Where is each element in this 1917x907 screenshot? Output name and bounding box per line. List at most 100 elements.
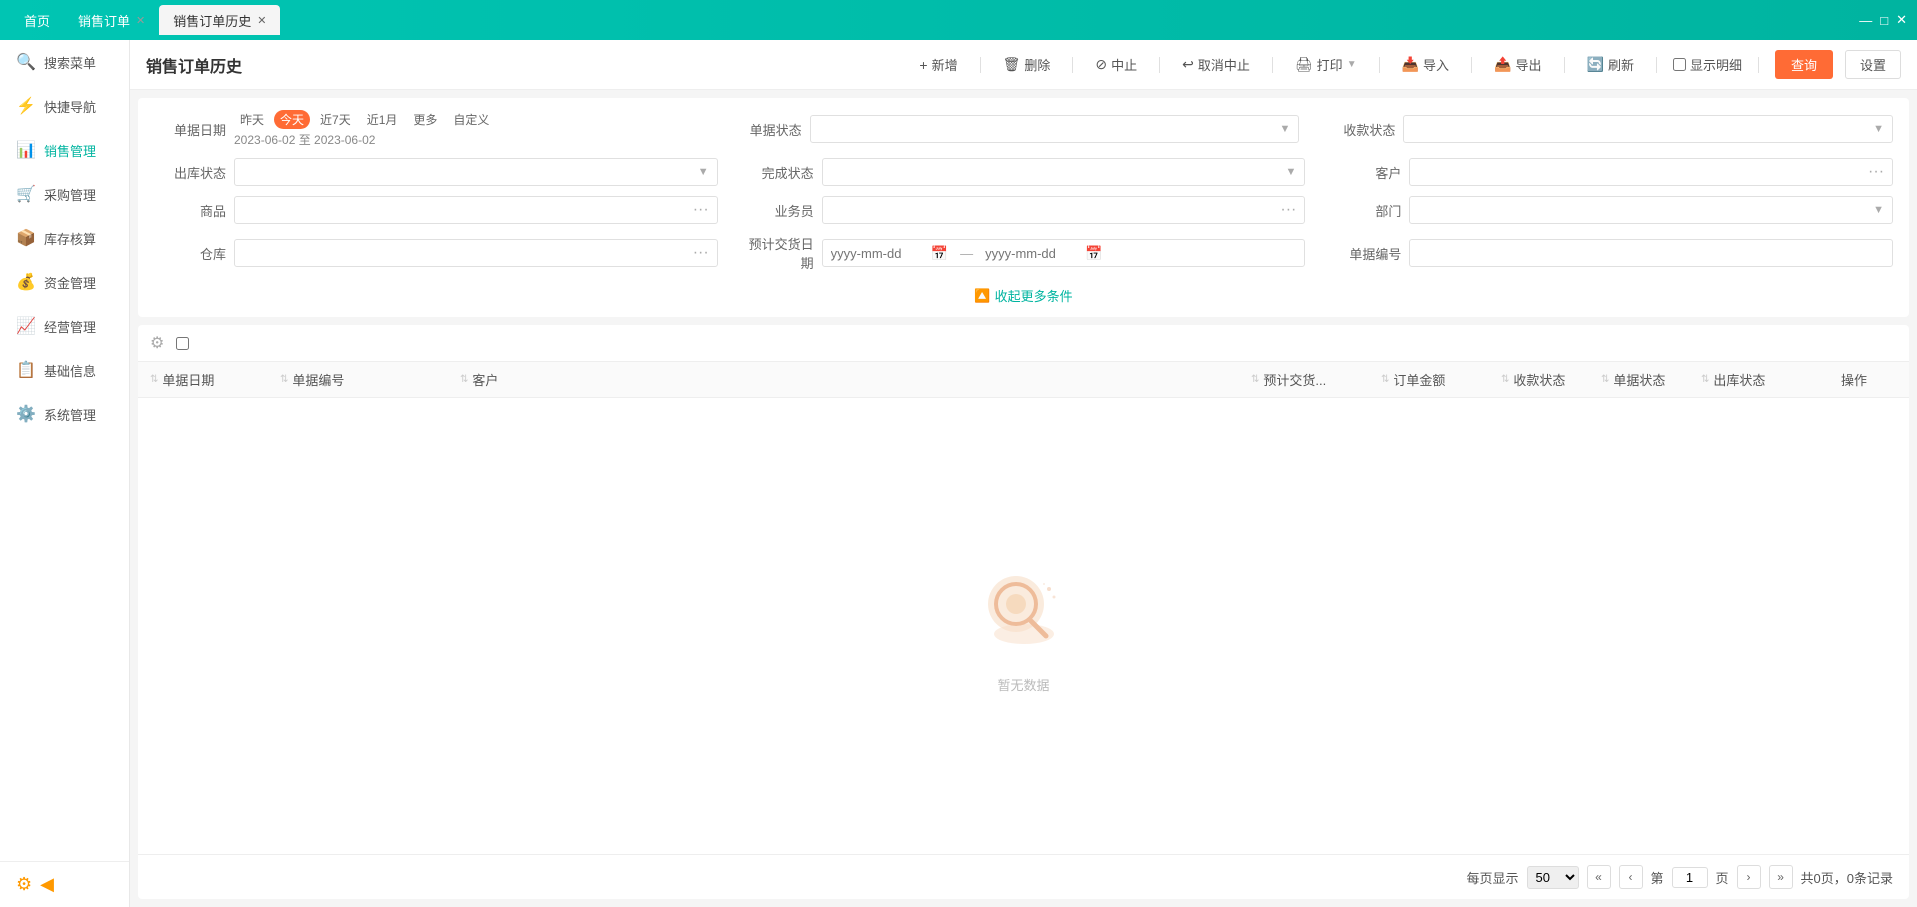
customer-input[interactable]: ··· xyxy=(1409,158,1893,186)
salesperson-label: 业务员 xyxy=(742,201,822,220)
table-settings-icon[interactable]: ⚙ xyxy=(150,333,164,353)
window-minimize[interactable]: — xyxy=(1859,13,1872,28)
sidebar-item-quick-nav[interactable]: ⚡ 快捷导航 xyxy=(0,84,129,128)
import-icon: 📥 xyxy=(1402,56,1419,73)
sort-date-icon[interactable]: ⇅ xyxy=(150,374,158,385)
tab-sales-order-close[interactable]: ✕ xyxy=(136,14,145,27)
delete-icon: 🗑 xyxy=(1003,56,1021,73)
receipt-status-select[interactable]: ▼ xyxy=(1403,115,1893,143)
tab-sales-order-history[interactable]: 销售订单历史 ✕ xyxy=(159,5,280,35)
quick-nav-icon: ⚡ xyxy=(16,96,36,116)
customer-more-icon[interactable]: ··· xyxy=(1868,164,1884,180)
sort-out-status-icon[interactable]: ⇅ xyxy=(1701,374,1709,385)
settings-bottom-icon[interactable]: ⚙ xyxy=(16,874,32,895)
sidebar-item-system[interactable]: ⚙️ 系统管理 xyxy=(0,392,129,436)
date-btn-today[interactable]: 今天 xyxy=(274,110,310,129)
delivery-date-label: 预计交货日期 xyxy=(742,234,822,272)
current-page-input[interactable] xyxy=(1672,867,1708,888)
salesperson-more-icon[interactable]: ··· xyxy=(1280,202,1296,218)
query-button[interactable]: 查询 xyxy=(1775,50,1833,79)
warehouse-more-icon[interactable]: ··· xyxy=(693,245,709,261)
dept-select[interactable]: ▼ xyxy=(1409,196,1893,224)
divider3 xyxy=(1159,57,1160,73)
th-docno-label: 单据编号 xyxy=(292,370,344,389)
display-toggle-checkbox[interactable] xyxy=(1673,58,1686,71)
delete-label: 删除 xyxy=(1024,55,1050,74)
select-all-checkbox[interactable] xyxy=(176,337,189,350)
sort-amount-icon[interactable]: ⇅ xyxy=(1381,374,1389,385)
pagination-page-first[interactable]: « xyxy=(1587,865,1611,889)
salesperson-input[interactable]: ··· xyxy=(822,196,1306,224)
sort-receipt-status-icon[interactable]: ⇅ xyxy=(1501,374,1509,385)
sidebar-item-finance[interactable]: 💰 资金管理 xyxy=(0,260,129,304)
main-layout: 🔍 搜索菜单 ⚡ 快捷导航 📊 销售管理 🛒 采购管理 📦 库存核算 💰 资金管… xyxy=(0,40,1917,907)
per-page-select[interactable]: 50 10 20 100 xyxy=(1527,866,1579,889)
sidebar-item-sales[interactable]: 📊 销售管理 xyxy=(0,128,129,172)
sidebar-item-basic-info[interactable]: 📋 基础信息 xyxy=(0,348,129,392)
date-btn-more[interactable]: 更多 xyxy=(407,110,443,129)
delivery-date-from[interactable] xyxy=(831,246,921,261)
finance-icon: 💰 xyxy=(16,272,36,292)
collapse-sidebar-icon[interactable]: ◀ xyxy=(40,874,54,895)
sort-delivery-icon[interactable]: ⇅ xyxy=(1251,374,1259,385)
collapse-bar[interactable]: 🔼 收起更多条件 xyxy=(154,282,1893,305)
date-btn-yesterday[interactable]: 昨天 xyxy=(234,110,270,129)
status-select[interactable]: ▼ xyxy=(810,115,1300,143)
collapse-up-icon: 🔼 xyxy=(974,288,990,304)
sidebar-item-finance-label: 资金管理 xyxy=(44,273,96,292)
page-title: 销售订单历史 xyxy=(146,53,242,77)
add-button[interactable]: + 新增 xyxy=(913,51,963,78)
pagination-page-next[interactable]: › xyxy=(1737,865,1761,889)
sort-docno-icon[interactable]: ⇅ xyxy=(280,374,288,385)
refresh-icon: 🔄 xyxy=(1587,56,1604,73)
tab-sales-order-label: 销售订单 xyxy=(78,11,130,30)
sidebar-item-system-label: 系统管理 xyxy=(44,405,96,424)
divider4 xyxy=(1272,57,1273,73)
tab-home[interactable]: 首页 xyxy=(10,5,64,35)
tab-sales-order-history-close[interactable]: ✕ xyxy=(257,14,266,27)
th-doc-status: ⇅ 单据状态 xyxy=(1589,370,1689,389)
docno-input[interactable] xyxy=(1409,239,1893,267)
goods-input[interactable]: ··· xyxy=(234,196,718,224)
export-button[interactable]: 📤 导出 xyxy=(1488,51,1547,78)
sidebar-item-purchase[interactable]: 🛒 采购管理 xyxy=(0,172,129,216)
cancel-stop-icon: ↩ xyxy=(1182,56,1194,73)
divider6 xyxy=(1471,57,1472,73)
out-status-select[interactable]: ▼ xyxy=(234,158,718,186)
sidebar-item-search[interactable]: 🔍 搜索菜单 xyxy=(0,40,129,84)
calendar-from-icon[interactable]: 📅 xyxy=(931,245,948,262)
divider1 xyxy=(980,57,981,73)
tab-home-label: 首页 xyxy=(24,11,50,30)
cancel-stop-button[interactable]: ↩ 取消中止 xyxy=(1176,51,1256,78)
import-button[interactable]: 📥 导入 xyxy=(1396,51,1455,78)
pagination-page-prev[interactable]: ‹ xyxy=(1619,865,1643,889)
sidebar-item-operations[interactable]: 📈 经营管理 xyxy=(0,304,129,348)
sort-customer-icon[interactable]: ⇅ xyxy=(460,374,468,385)
th-receipt-status: ⇅ 收款状态 xyxy=(1489,370,1589,389)
date-btn-7days[interactable]: 近7天 xyxy=(314,110,357,129)
calendar-to-icon[interactable]: 📅 xyxy=(1085,245,1102,262)
pagination-page-last[interactable]: » xyxy=(1769,865,1793,889)
sidebar-item-sales-label: 销售管理 xyxy=(44,141,96,160)
date-btn-custom[interactable]: 自定义 xyxy=(447,110,495,129)
delete-button[interactable]: 🗑 删除 xyxy=(997,51,1057,78)
stop-button[interactable]: ⊘ 中止 xyxy=(1089,51,1143,78)
stop-icon: ⊘ xyxy=(1095,56,1107,73)
th-delivery-label: 预计交货... xyxy=(1263,370,1326,389)
delivery-date-to[interactable] xyxy=(985,246,1075,261)
print-button[interactable]: 🖨 打印 ▼ xyxy=(1289,51,1363,78)
window-close[interactable]: ✕ xyxy=(1896,12,1907,28)
date-btn-1month[interactable]: 近1月 xyxy=(361,110,404,129)
sort-doc-status-icon[interactable]: ⇅ xyxy=(1601,374,1609,385)
settings-button[interactable]: 设置 xyxy=(1845,50,1901,79)
tab-sales-order[interactable]: 销售订单 ✕ xyxy=(64,5,159,35)
complete-status-select[interactable]: ▼ xyxy=(822,158,1306,186)
warehouse-input[interactable]: ··· xyxy=(234,239,718,267)
sidebar-item-inventory[interactable]: 📦 库存核算 xyxy=(0,216,129,260)
display-toggle: 显示明细 xyxy=(1673,55,1742,74)
refresh-button[interactable]: 🔄 刷新 xyxy=(1581,51,1640,78)
add-label: 新增 xyxy=(932,55,958,74)
goods-more-icon[interactable]: ··· xyxy=(693,202,709,218)
sidebar-bottom: ⚙ ◀ xyxy=(0,861,129,907)
window-maximize[interactable]: □ xyxy=(1880,13,1888,28)
